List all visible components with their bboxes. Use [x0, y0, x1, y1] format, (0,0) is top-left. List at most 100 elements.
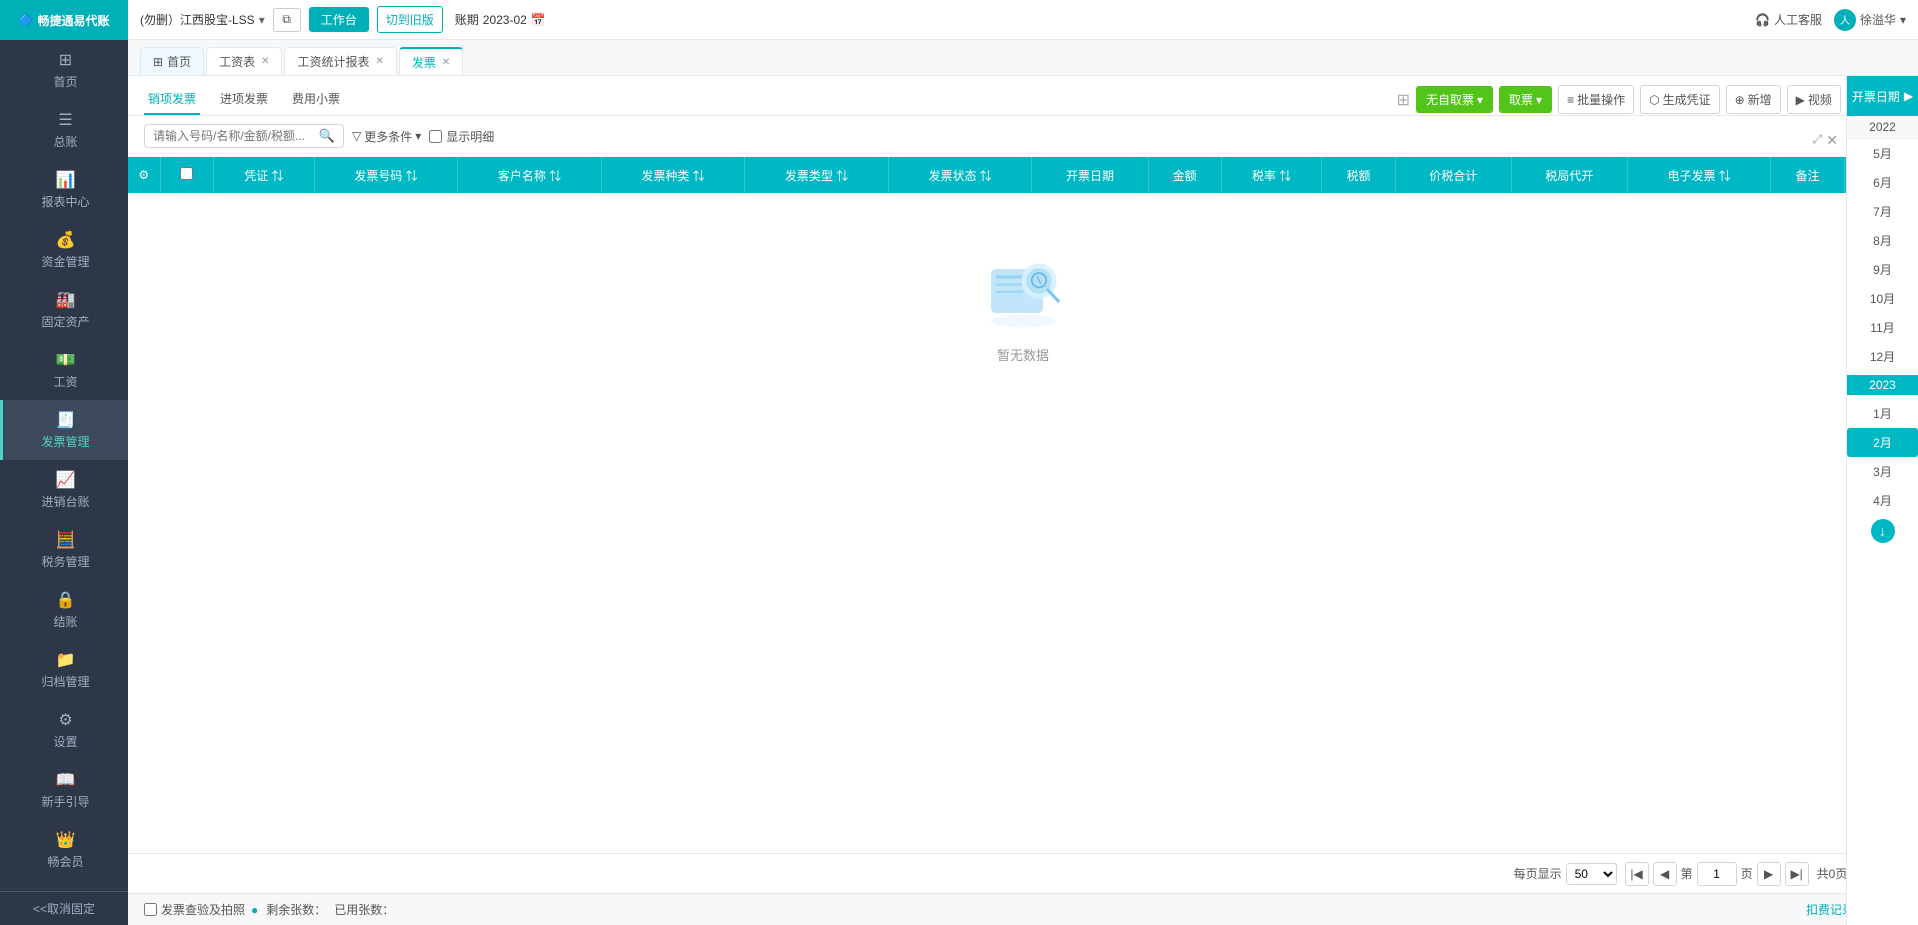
sidebar-item-ledger[interactable]: ☰ 总账: [0, 100, 128, 160]
user-menu[interactable]: 人 徐溢华 ▾: [1834, 9, 1906, 31]
col-invoice-type[interactable]: 发票种类 ⇅: [601, 157, 745, 193]
sidebar-item-settings[interactable]: ⚙ 设置: [0, 700, 128, 760]
sidebar-item-closing[interactable]: 🔒 结账: [0, 580, 128, 640]
month-2023-4[interactable]: 4月: [1847, 486, 1918, 515]
search-icon[interactable]: 🔍: [319, 128, 335, 144]
col-voucher[interactable]: 凭证 ⇅: [214, 157, 315, 193]
first-page-button[interactable]: |◀: [1625, 862, 1649, 886]
col-customer[interactable]: 客户名称 ⇅: [458, 157, 602, 193]
show-detail-check[interactable]: [429, 130, 442, 143]
switch-version-button[interactable]: 切到旧版: [377, 6, 443, 33]
month-2022-12[interactable]: 12月: [1847, 342, 1918, 371]
date-panel-arrow-icon: ▶: [1904, 89, 1913, 103]
invoice-verify-checkbox[interactable]: 发票查验及拍照 ●: [144, 901, 258, 918]
table-header-row: ⚙ 凭证 ⇅ 发票号码 ⇅ 客户名称 ⇅ 发票种类 ⇅: [128, 157, 1918, 193]
col-remark[interactable]: 备注: [1771, 157, 1844, 193]
scroll-down-button[interactable]: ↓: [1871, 519, 1895, 543]
month-2022-8[interactable]: 8月: [1847, 226, 1918, 255]
video-button[interactable]: ▶ 视频: [1787, 85, 1841, 114]
sidebar-item-vip[interactable]: 👑 畅会员: [0, 820, 128, 880]
col-tax-total[interactable]: 价税合计: [1395, 157, 1511, 193]
plus-icon: ⊕: [1735, 93, 1745, 107]
tab-salary-table[interactable]: 工资表 ✕: [206, 47, 282, 75]
customer-service-link[interactable]: 🎧 人工客服: [1755, 11, 1822, 28]
no-ticket-chevron-icon: ▾: [1477, 93, 1483, 107]
sidebar-item-sales[interactable]: 📈 进销台账: [0, 460, 128, 520]
tabbar: ⊞ 首页 工资表 ✕ 工资统计报表 ✕ 发票 ✕: [128, 40, 1918, 76]
batch-ops-button[interactable]: ≡ 批量操作: [1558, 85, 1634, 114]
more-filter-button[interactable]: ▽ 更多条件 ▾: [352, 128, 421, 145]
sidebar-item-invoice[interactable]: 🧾 发票管理: [0, 400, 128, 460]
invoice-icon: 🧾: [56, 410, 76, 430]
sidebar-item-assets[interactable]: 🏭 固定资产: [0, 280, 128, 340]
per-page-select[interactable]: 50 20 100: [1566, 863, 1617, 885]
tab-home[interactable]: ⊞ 首页: [140, 47, 204, 75]
sidebar-item-newbie[interactable]: 📖 新手引导: [0, 760, 128, 820]
month-2022-9[interactable]: 9月: [1847, 255, 1918, 284]
gen-voucher-button[interactable]: ⬡ 生成凭证: [1640, 85, 1720, 114]
col-tax-id[interactable]: 税局代开: [1511, 157, 1627, 193]
no-ticket-button[interactable]: 无自取票 ▾: [1416, 86, 1493, 113]
show-detail-checkbox[interactable]: 显示明细: [429, 128, 494, 145]
select-all-checkbox[interactable]: [180, 167, 193, 180]
search-box[interactable]: 🔍: [144, 124, 344, 148]
subtab-sales-invoice[interactable]: 销项发票: [144, 84, 200, 115]
remaining-label: 剩余张数：: [266, 901, 326, 918]
workspace-button[interactable]: 工作台: [309, 7, 369, 32]
month-2023-2[interactable]: 2月: [1847, 428, 1918, 457]
close-panel-button[interactable]: ✕: [1826, 132, 1838, 149]
sidebar-item-home[interactable]: ⊞ 首页: [0, 40, 128, 100]
close-salary-stats-tab[interactable]: ✕: [376, 56, 384, 67]
col-open-date[interactable]: 开票日期: [1032, 157, 1148, 193]
info-icon: ●: [251, 903, 258, 917]
page-input[interactable]: [1697, 862, 1737, 886]
sidebar-item-salary[interactable]: 💵 工资: [0, 340, 128, 400]
prev-page-button[interactable]: ◀: [1653, 862, 1677, 886]
grid-icon[interactable]: ⊞: [1397, 90, 1410, 110]
maximize-panel-button[interactable]: ⤢: [1812, 132, 1822, 147]
col-invoice-no[interactable]: 发票号码 ⇅: [314, 157, 458, 193]
sidebar-item-reports[interactable]: 📊 报表中心: [0, 160, 128, 220]
close-invoice-tab[interactable]: ✕: [442, 57, 450, 68]
month-2023-1[interactable]: 1月: [1847, 399, 1918, 428]
copy-button[interactable]: ⧉: [273, 8, 301, 32]
month-2022-11[interactable]: 11月: [1847, 313, 1918, 342]
month-2023-3[interactable]: 3月: [1847, 457, 1918, 486]
ticket-button[interactable]: 取票 ▾: [1499, 86, 1552, 113]
month-2022-5[interactable]: 5月: [1847, 139, 1918, 168]
col-amount[interactable]: 金额: [1148, 157, 1221, 193]
col-tax[interactable]: 税额: [1322, 157, 1395, 193]
subtab-expense-receipt[interactable]: 费用小票: [288, 84, 344, 115]
close-salary-table-tab[interactable]: ✕: [261, 56, 269, 67]
tab-salary-stats[interactable]: 工资统计报表 ✕: [284, 47, 396, 75]
search-input[interactable]: [153, 129, 315, 143]
sidebar-item-tax[interactable]: 🧮 税务管理: [0, 520, 128, 580]
new-button[interactable]: ⊕ 新增: [1726, 85, 1781, 114]
month-2022-6[interactable]: 6月: [1847, 168, 1918, 197]
invoice-verify-check[interactable]: [144, 903, 157, 916]
month-2022-7[interactable]: 7月: [1847, 197, 1918, 226]
year-2023-badge: 2023: [1847, 375, 1918, 395]
date-panel-header[interactable]: 开票日期 ▶: [1847, 76, 1918, 116]
tab-invoice[interactable]: 发票 ✕: [399, 47, 463, 75]
empty-state: 暂无数据: [128, 193, 1918, 424]
company-selector[interactable]: (勿删）江西股宝-LSS ▾: [140, 11, 265, 28]
next-page-button[interactable]: ▶: [1757, 862, 1781, 886]
last-page-button[interactable]: ▶|: [1785, 862, 1809, 886]
col-settings[interactable]: ⚙: [128, 157, 160, 193]
collapse-sidebar-button[interactable]: <<取消固定: [0, 891, 128, 925]
col-e-invoice[interactable]: 电子发票 ⇅: [1627, 157, 1771, 193]
table-container: ⚙ 凭证 ⇅ 发票号码 ⇅ 客户名称 ⇅ 发票种类 ⇅: [128, 157, 1918, 853]
col-tax-rate[interactable]: 税率 ⇅: [1221, 157, 1322, 193]
calendar-icon[interactable]: 📅: [531, 13, 546, 27]
year-2022-row: 2022: [1847, 116, 1918, 139]
sidebar-item-funds[interactable]: 💰 资金管理: [0, 220, 128, 280]
subtab-purchase-invoice[interactable]: 进项发票: [216, 84, 272, 115]
col-checkbox[interactable]: [160, 157, 214, 193]
sidebar-item-archive[interactable]: 📁 归档管理: [0, 640, 128, 700]
month-2022-10[interactable]: 10月: [1847, 284, 1918, 313]
col-invoice-status[interactable]: 发票状态 ⇅: [888, 157, 1032, 193]
filter-icon: ▽: [352, 129, 361, 143]
reports-icon: 📊: [56, 170, 76, 190]
col-invoice-cat[interactable]: 发票类型 ⇅: [745, 157, 889, 193]
